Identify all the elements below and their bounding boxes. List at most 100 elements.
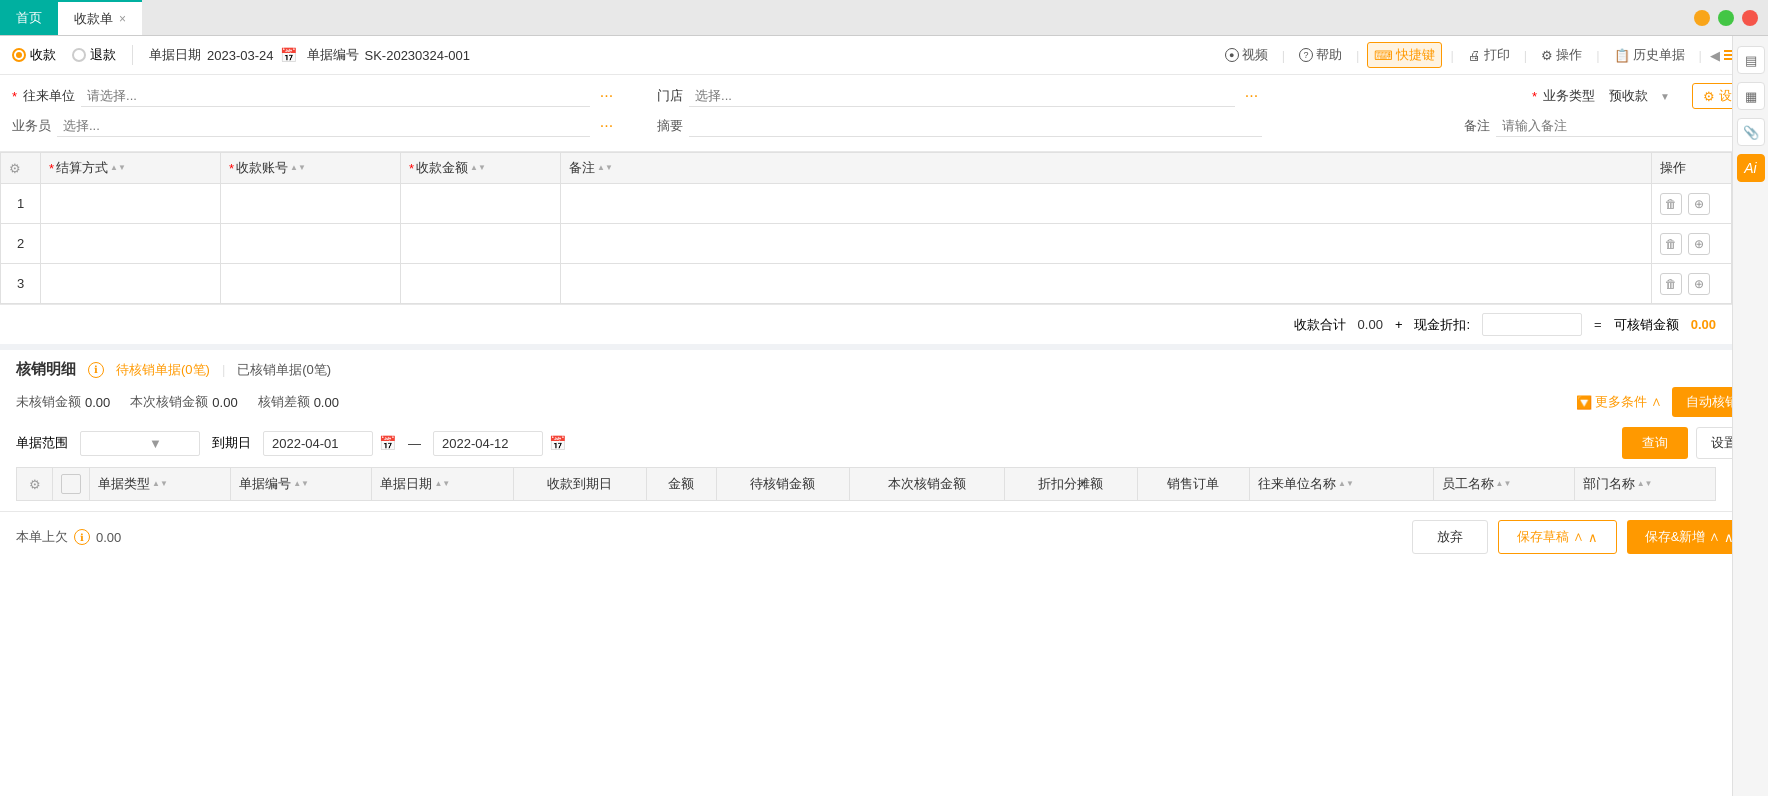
row-3-delete-button[interactable]: 🗑: [1660, 273, 1682, 295]
detail-header-doc-date: 单据日期 ▲▼: [372, 468, 513, 501]
right-panel: ▤ ▦ 📎 Ai: [1732, 36, 1768, 796]
note-input[interactable]: [1496, 115, 1756, 137]
panel-table-view-button[interactable]: ▤: [1737, 46, 1765, 74]
receivable-label: 可核销金额: [1614, 316, 1679, 334]
staff-input[interactable]: [57, 115, 590, 137]
radio-refund[interactable]: 退款: [72, 46, 116, 64]
radio-receipt[interactable]: 收款: [12, 46, 56, 64]
verify-info-icon[interactable]: ℹ: [88, 362, 104, 378]
date-to-calendar-icon[interactable]: 📅: [549, 435, 566, 451]
shortcut-button[interactable]: ⌨ 快捷键: [1367, 42, 1442, 68]
date-separator: —: [408, 436, 421, 451]
row-2-account[interactable]: [221, 224, 401, 264]
staff-field: 业务员 ···: [12, 115, 617, 137]
tab-receipt-close[interactable]: ×: [119, 12, 126, 26]
row-2-amount[interactable]: [401, 224, 561, 264]
row-2-settlement[interactable]: [41, 224, 221, 264]
pending-tab[interactable]: 待核销单据(0笔): [116, 361, 210, 379]
draft-button[interactable]: 保存草稿 ∧ ∧: [1498, 520, 1617, 554]
col-sort-note: 备注 ▲▼: [569, 159, 1643, 177]
help-button[interactable]: ? 帮助: [1293, 43, 1348, 67]
counterpart-more-icon[interactable]: ···: [596, 87, 617, 105]
row-2-action: 🗑 ⊕: [1652, 224, 1732, 264]
table-header-action: 操作: [1652, 153, 1732, 184]
sort-store: ▲▼: [1637, 480, 1653, 488]
unclaimed-label: 未核销金额: [16, 393, 81, 411]
row-1-settlement[interactable]: [41, 184, 221, 224]
row-3-account[interactable]: [221, 264, 401, 304]
discount-input[interactable]: [1482, 313, 1582, 336]
row-1-amount[interactable]: [401, 184, 561, 224]
store-field: 门店 ···: [657, 85, 1262, 107]
calendar-icon[interactable]: 📅: [280, 47, 297, 63]
sort-staff: ▲▼: [1496, 480, 1512, 488]
table-header-settings: ⚙: [1, 153, 41, 184]
store-more-icon[interactable]: ···: [1241, 87, 1262, 105]
row-3-note[interactable]: [561, 264, 1652, 304]
table-row: 3 🗑 ⊕: [1, 264, 1732, 304]
row-1-account[interactable]: [221, 184, 401, 224]
more-conditions-button[interactable]: 🔽 更多条件 ∧: [1576, 393, 1662, 411]
date-from-input[interactable]: [263, 431, 373, 456]
panel-ai-button[interactable]: Ai: [1737, 154, 1765, 182]
date-from-calendar-icon[interactable]: 📅: [379, 435, 396, 451]
window-close-button[interactable]: [1742, 10, 1758, 26]
session-label: 本单上欠: [16, 528, 68, 546]
abandon-button[interactable]: 放弃: [1412, 520, 1488, 554]
table-row: 1 🗑 ⊕: [1, 184, 1732, 224]
row-3-copy-button[interactable]: ⊕: [1688, 273, 1710, 295]
print-icon: 🖨: [1468, 48, 1481, 63]
table-settings-icon[interactable]: ⚙: [9, 161, 21, 176]
history-button[interactable]: 📋 历史单据: [1608, 43, 1691, 67]
operation-button[interactable]: ⚙ 操作: [1535, 43, 1588, 67]
row-2-copy-button[interactable]: ⊕: [1688, 233, 1710, 255]
staff-more-icon[interactable]: ···: [596, 117, 617, 135]
summary-input[interactable]: [689, 115, 1262, 137]
table-header-amount: * 收款金额 ▲▼: [401, 153, 561, 184]
counterpart-input[interactable]: [81, 85, 590, 107]
window-controls: [1694, 10, 1768, 26]
row-1-delete-button[interactable]: 🗑: [1660, 193, 1682, 215]
range-dropdown[interactable]: ▼: [80, 431, 200, 456]
window-maximize-button[interactable]: [1718, 10, 1734, 26]
note-label: 备注: [1464, 117, 1490, 135]
ai-label: Ai: [1744, 160, 1756, 176]
row-3-amount[interactable]: [401, 264, 561, 304]
store-label: 门店: [657, 87, 683, 105]
panel-form-view-button[interactable]: ▦: [1737, 82, 1765, 110]
operation-icon: ⚙: [1541, 48, 1553, 63]
done-tab[interactable]: 已核销单据(0笔): [237, 361, 331, 379]
detail-header-staff: 员工名称 ▲▼: [1433, 468, 1574, 501]
unclaimed-value: 0.00: [85, 395, 110, 410]
date-to-input[interactable]: [433, 431, 543, 456]
col-account-label: 收款账号: [236, 159, 288, 177]
query-button[interactable]: 查询: [1622, 427, 1688, 459]
detail-header-due-date: 收款到期日: [513, 468, 646, 501]
print-button[interactable]: 🖨 打印: [1462, 43, 1516, 67]
col-sort-settlement: * 结算方式 ▲▼: [49, 159, 212, 177]
row-1-note[interactable]: [561, 184, 1652, 224]
business-type-chevron[interactable]: ▼: [1660, 91, 1670, 102]
detail-settings-icon[interactable]: ⚙: [29, 477, 41, 492]
session-value: 0.00: [96, 530, 121, 545]
row-2-delete-button[interactable]: 🗑: [1660, 233, 1682, 255]
sort-counterpart: ▲▼: [1338, 480, 1354, 488]
nav-prev-icon[interactable]: ◀: [1710, 48, 1720, 63]
tab-receipt[interactable]: 收款单 ×: [58, 0, 142, 35]
doc-date-label: 单据日期: [149, 46, 201, 64]
row-3-settlement[interactable]: [41, 264, 221, 304]
tab-home[interactable]: 首页: [0, 0, 58, 35]
detail-header-row: ⚙ 单据类型 ▲▼ 单据编号: [17, 468, 1716, 501]
video-button[interactable]: ● 视频: [1219, 43, 1274, 67]
window-minimize-button[interactable]: [1694, 10, 1710, 26]
range-chevron-icon: ▼: [149, 436, 162, 451]
diff-stat: 核销差额 0.00: [258, 393, 339, 411]
store-input[interactable]: [689, 85, 1235, 107]
session-info-icon[interactable]: ℹ: [74, 529, 90, 545]
toolbar-sep-6: |: [1699, 48, 1702, 63]
row-1-copy-button[interactable]: ⊕: [1688, 193, 1710, 215]
row-2-note[interactable]: [561, 224, 1652, 264]
select-all-checkbox[interactable]: [61, 474, 81, 494]
panel-attach-button[interactable]: 📎: [1737, 118, 1765, 146]
radio-group: 收款 退款: [12, 46, 116, 64]
